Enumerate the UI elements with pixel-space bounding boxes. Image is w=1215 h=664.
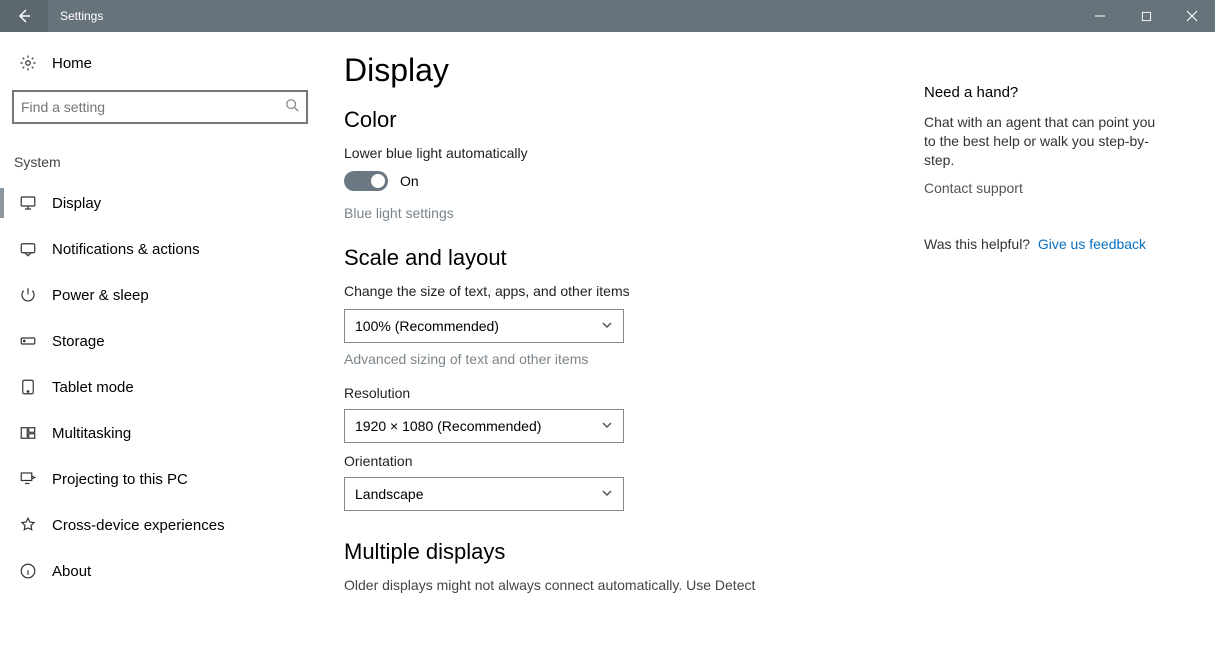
search-input-container[interactable] — [12, 90, 308, 124]
power-icon — [18, 286, 38, 304]
sidebar-item-label: Cross-device experiences — [52, 517, 225, 534]
orientation-label: Orientation — [344, 453, 924, 469]
sidebar-item-multitasking[interactable]: Multitasking — [0, 410, 320, 456]
maximize-button[interactable] — [1123, 0, 1169, 32]
titlebar: Settings — [0, 0, 1215, 32]
projecting-icon — [18, 470, 38, 488]
sidebar-item-projecting-to-this-pc[interactable]: Projecting to this PC — [0, 456, 320, 502]
home-label: Home — [52, 55, 92, 72]
blue-light-label: Lower blue light automatically — [344, 145, 924, 161]
scale-size-value: 100% (Recommended) — [355, 318, 499, 334]
search-input[interactable] — [21, 99, 285, 115]
resolution-dropdown[interactable]: 1920 × 1080 (Recommended) — [344, 409, 624, 443]
sidebar-item-notifications-actions[interactable]: Notifications & actions — [0, 226, 320, 272]
was-helpful-label: Was this helpful? — [924, 236, 1030, 252]
section-color: Color — [344, 107, 924, 133]
sidebar: Home System Display Notifications & actio… — [0, 32, 320, 664]
sidebar-item-storage[interactable]: Storage — [0, 318, 320, 364]
multiple-body: Older displays might not always connect … — [344, 577, 924, 593]
orientation-value: Landscape — [355, 486, 424, 502]
info-icon — [18, 562, 38, 580]
resolution-value: 1920 × 1080 (Recommended) — [355, 418, 541, 434]
section-multiple: Multiple displays — [344, 539, 924, 565]
blue-light-toggle[interactable] — [344, 171, 388, 191]
tablet-icon — [18, 378, 38, 396]
sidebar-item-label: Power & sleep — [52, 287, 149, 304]
sidebar-item-label: Display — [52, 195, 101, 212]
section-scale: Scale and layout — [344, 245, 924, 271]
gear-icon — [18, 54, 38, 72]
feedback-link[interactable]: Give us feedback — [1038, 236, 1146, 252]
sidebar-item-label: Multitasking — [52, 425, 131, 442]
help-body: Chat with an agent that can point you to… — [924, 113, 1164, 170]
storage-icon — [18, 332, 38, 350]
window-title: Settings — [48, 0, 115, 32]
close-button[interactable] — [1169, 0, 1215, 32]
sidebar-item-label: About — [52, 563, 91, 580]
home-button[interactable]: Home — [0, 44, 320, 90]
monitor-icon — [18, 194, 38, 212]
search-icon — [285, 98, 299, 117]
contact-support-link[interactable]: Contact support — [924, 180, 1164, 196]
help-column: Need a hand? Chat with an agent that can… — [924, 52, 1184, 664]
page-title: Display — [344, 52, 924, 89]
minimize-button[interactable] — [1077, 0, 1123, 32]
main-column: Display Color Lower blue light automatic… — [344, 52, 924, 664]
sidebar-item-power-sleep[interactable]: Power & sleep — [0, 272, 320, 318]
sidebar-item-label: Storage — [52, 333, 105, 350]
sidebar-item-tablet-mode[interactable]: Tablet mode — [0, 364, 320, 410]
sidebar-item-label: Notifications & actions — [52, 241, 200, 258]
blue-light-settings-link[interactable]: Blue light settings — [344, 205, 924, 221]
chevron-down-icon — [601, 318, 613, 334]
help-title: Need a hand? — [924, 84, 1164, 101]
scale-size-label: Change the size of text, apps, and other… — [344, 283, 924, 299]
back-button[interactable] — [0, 0, 48, 32]
multitasking-icon — [18, 424, 38, 442]
notifications-icon — [18, 240, 38, 258]
advanced-sizing-link[interactable]: Advanced sizing of text and other items — [344, 351, 924, 367]
scale-size-dropdown[interactable]: 100% (Recommended) — [344, 309, 624, 343]
sidebar-item-display[interactable]: Display — [0, 180, 320, 226]
sidebar-item-cross-device-experiences[interactable]: Cross-device experiences — [0, 502, 320, 548]
sidebar-section-label: System — [0, 144, 320, 180]
toggle-knob — [371, 174, 385, 188]
sidebar-item-label: Projecting to this PC — [52, 471, 188, 488]
resolution-label: Resolution — [344, 385, 924, 401]
crossdevice-icon — [18, 516, 38, 534]
chevron-down-icon — [601, 486, 613, 502]
toggle-state: On — [400, 173, 419, 189]
sidebar-item-about[interactable]: About — [0, 548, 320, 594]
sidebar-item-label: Tablet mode — [52, 379, 134, 396]
orientation-dropdown[interactable]: Landscape — [344, 477, 624, 511]
chevron-down-icon — [601, 418, 613, 434]
